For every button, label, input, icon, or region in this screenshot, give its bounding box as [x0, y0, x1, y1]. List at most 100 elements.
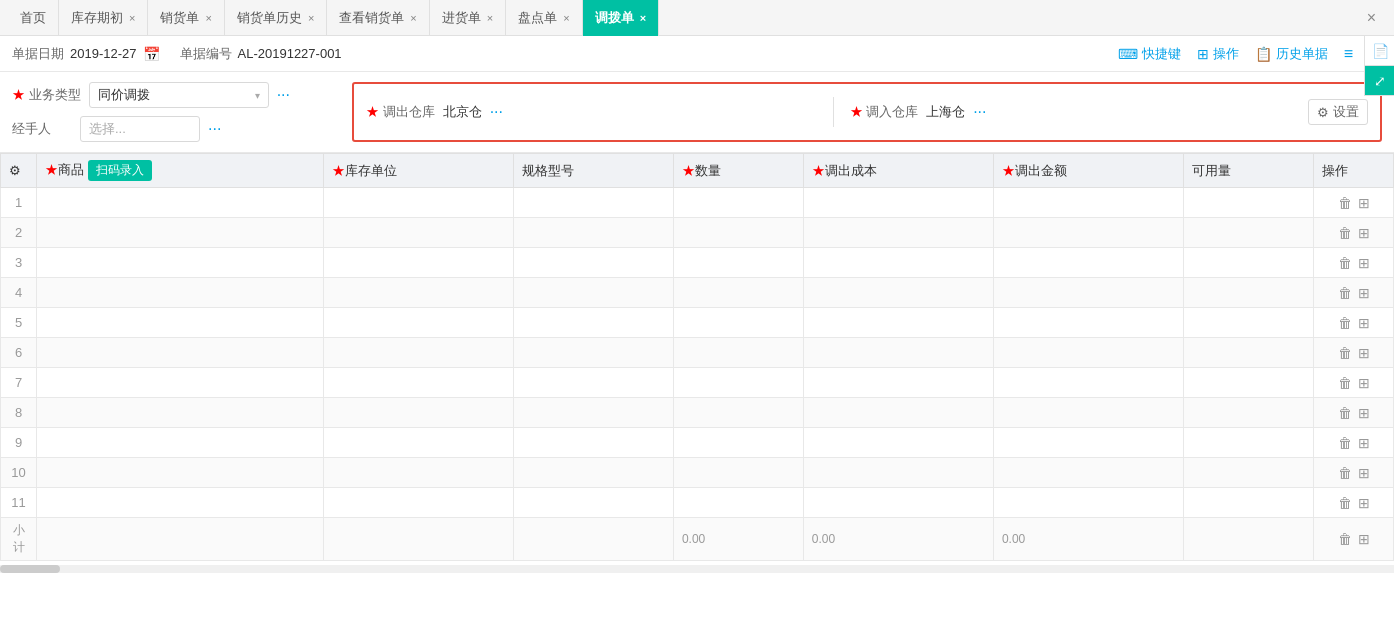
copy-icon[interactable]: ⊞	[1358, 285, 1370, 301]
cell-unit[interactable]	[323, 488, 513, 518]
cell-available[interactable]	[1184, 308, 1314, 338]
tab-view-sales[interactable]: 查看销货单 ×	[327, 0, 429, 36]
cell-available[interactable]	[1184, 248, 1314, 278]
cell-product[interactable]	[37, 248, 324, 278]
in-warehouse-more[interactable]: ···	[973, 103, 986, 121]
cell-qty[interactable]	[673, 398, 803, 428]
copy-icon[interactable]: ⊞	[1358, 495, 1370, 511]
cell-amount[interactable]	[993, 338, 1183, 368]
cell-available[interactable]	[1184, 428, 1314, 458]
cell-spec[interactable]	[513, 248, 673, 278]
cell-product[interactable]	[37, 368, 324, 398]
cell-available[interactable]	[1184, 458, 1314, 488]
window-close-button[interactable]: ×	[1357, 9, 1386, 27]
cell-spec[interactable]	[513, 338, 673, 368]
cell-amount[interactable]	[993, 248, 1183, 278]
cell-amount[interactable]	[993, 218, 1183, 248]
cell-cost[interactable]	[803, 188, 993, 218]
subtotal-copy-icon[interactable]: ⊞	[1358, 531, 1370, 547]
cell-product[interactable]	[37, 398, 324, 428]
cell-product[interactable]	[37, 338, 324, 368]
cell-qty[interactable]	[673, 278, 803, 308]
cell-available[interactable]	[1184, 338, 1314, 368]
layout-icon1[interactable]: ≡	[1344, 45, 1353, 63]
tab-transfer-order[interactable]: 调拨单 ×	[583, 0, 659, 36]
delete-icon[interactable]: 🗑	[1338, 315, 1352, 331]
cell-unit[interactable]	[323, 278, 513, 308]
delete-icon[interactable]: 🗑	[1338, 495, 1352, 511]
tab-close-view-sales[interactable]: ×	[410, 12, 416, 24]
cell-product[interactable]	[37, 188, 324, 218]
cell-spec[interactable]	[513, 218, 673, 248]
cell-qty[interactable]	[673, 458, 803, 488]
cell-spec[interactable]	[513, 398, 673, 428]
operations-button[interactable]: ⊞ 操作	[1197, 45, 1239, 63]
table-container[interactable]: ⚙ ★商品 扫码录入 ★库存单位 规格型号 ★数量 ★调出成本 ★调出金额 可用…	[0, 153, 1394, 634]
cell-unit[interactable]	[323, 368, 513, 398]
cell-unit[interactable]	[323, 188, 513, 218]
cell-available[interactable]	[1184, 218, 1314, 248]
cell-cost[interactable]	[803, 338, 993, 368]
sidebar-expand-button[interactable]: ⤢	[1365, 66, 1394, 96]
cell-spec[interactable]	[513, 368, 673, 398]
delete-icon[interactable]: 🗑	[1338, 345, 1352, 361]
out-warehouse-more[interactable]: ···	[490, 103, 503, 121]
sidebar-doc-button[interactable]: 📄	[1365, 36, 1394, 66]
cell-qty[interactable]	[673, 218, 803, 248]
tab-inventory-check[interactable]: 盘点单 ×	[506, 0, 582, 36]
tab-inventory-init[interactable]: 库存期初 ×	[59, 0, 148, 36]
delete-icon[interactable]: 🗑	[1338, 225, 1352, 241]
cell-cost[interactable]	[803, 428, 993, 458]
copy-icon[interactable]: ⊞	[1358, 345, 1370, 361]
cell-product[interactable]	[37, 308, 324, 338]
cell-qty[interactable]	[673, 428, 803, 458]
cell-available[interactable]	[1184, 278, 1314, 308]
delete-icon[interactable]: 🗑	[1338, 435, 1352, 451]
tab-sales-history[interactable]: 销货单历史 ×	[225, 0, 327, 36]
delete-icon[interactable]: 🗑	[1338, 255, 1352, 271]
horizontal-scrollbar[interactable]	[0, 565, 1394, 573]
th-gear[interactable]: ⚙	[1, 154, 37, 188]
cell-spec[interactable]	[513, 458, 673, 488]
tab-home[interactable]: 首页	[8, 0, 59, 36]
handler-more[interactable]: ···	[208, 120, 221, 138]
copy-icon[interactable]: ⊞	[1358, 195, 1370, 211]
cell-amount[interactable]	[993, 458, 1183, 488]
tab-close-inventory-init[interactable]: ×	[129, 12, 135, 24]
shortcuts-button[interactable]: ⌨ 快捷键	[1118, 45, 1181, 63]
cell-spec[interactable]	[513, 188, 673, 218]
cell-cost[interactable]	[803, 488, 993, 518]
handler-input[interactable]: 选择...	[80, 116, 200, 142]
cell-unit[interactable]	[323, 308, 513, 338]
delete-icon[interactable]: 🗑	[1338, 465, 1352, 481]
cell-spec[interactable]	[513, 278, 673, 308]
cell-cost[interactable]	[803, 278, 993, 308]
cell-spec[interactable]	[513, 308, 673, 338]
cell-spec[interactable]	[513, 488, 673, 518]
cell-amount[interactable]	[993, 398, 1183, 428]
cell-product[interactable]	[37, 488, 324, 518]
cell-amount[interactable]	[993, 278, 1183, 308]
cell-cost[interactable]	[803, 248, 993, 278]
copy-icon[interactable]: ⊞	[1358, 465, 1370, 481]
cell-cost[interactable]	[803, 218, 993, 248]
cell-product[interactable]	[37, 218, 324, 248]
cell-qty[interactable]	[673, 188, 803, 218]
history-button[interactable]: 📋 历史单据	[1255, 45, 1328, 63]
cell-product[interactable]	[37, 458, 324, 488]
cell-unit[interactable]	[323, 458, 513, 488]
cell-unit[interactable]	[323, 398, 513, 428]
scan-button[interactable]: 扫码录入	[88, 160, 152, 181]
cell-available[interactable]	[1184, 488, 1314, 518]
tab-sales-order[interactable]: 销货单 ×	[148, 0, 224, 36]
cell-qty[interactable]	[673, 338, 803, 368]
tab-close-inventory-check[interactable]: ×	[563, 12, 569, 24]
calendar-icon[interactable]: 📅	[143, 46, 160, 62]
cell-available[interactable]	[1184, 188, 1314, 218]
scrollbar-thumb[interactable]	[0, 565, 60, 573]
copy-icon[interactable]: ⊞	[1358, 225, 1370, 241]
delete-icon[interactable]: 🗑	[1338, 195, 1352, 211]
delete-icon[interactable]: 🗑	[1338, 375, 1352, 391]
cell-unit[interactable]	[323, 248, 513, 278]
copy-icon[interactable]: ⊞	[1358, 435, 1370, 451]
